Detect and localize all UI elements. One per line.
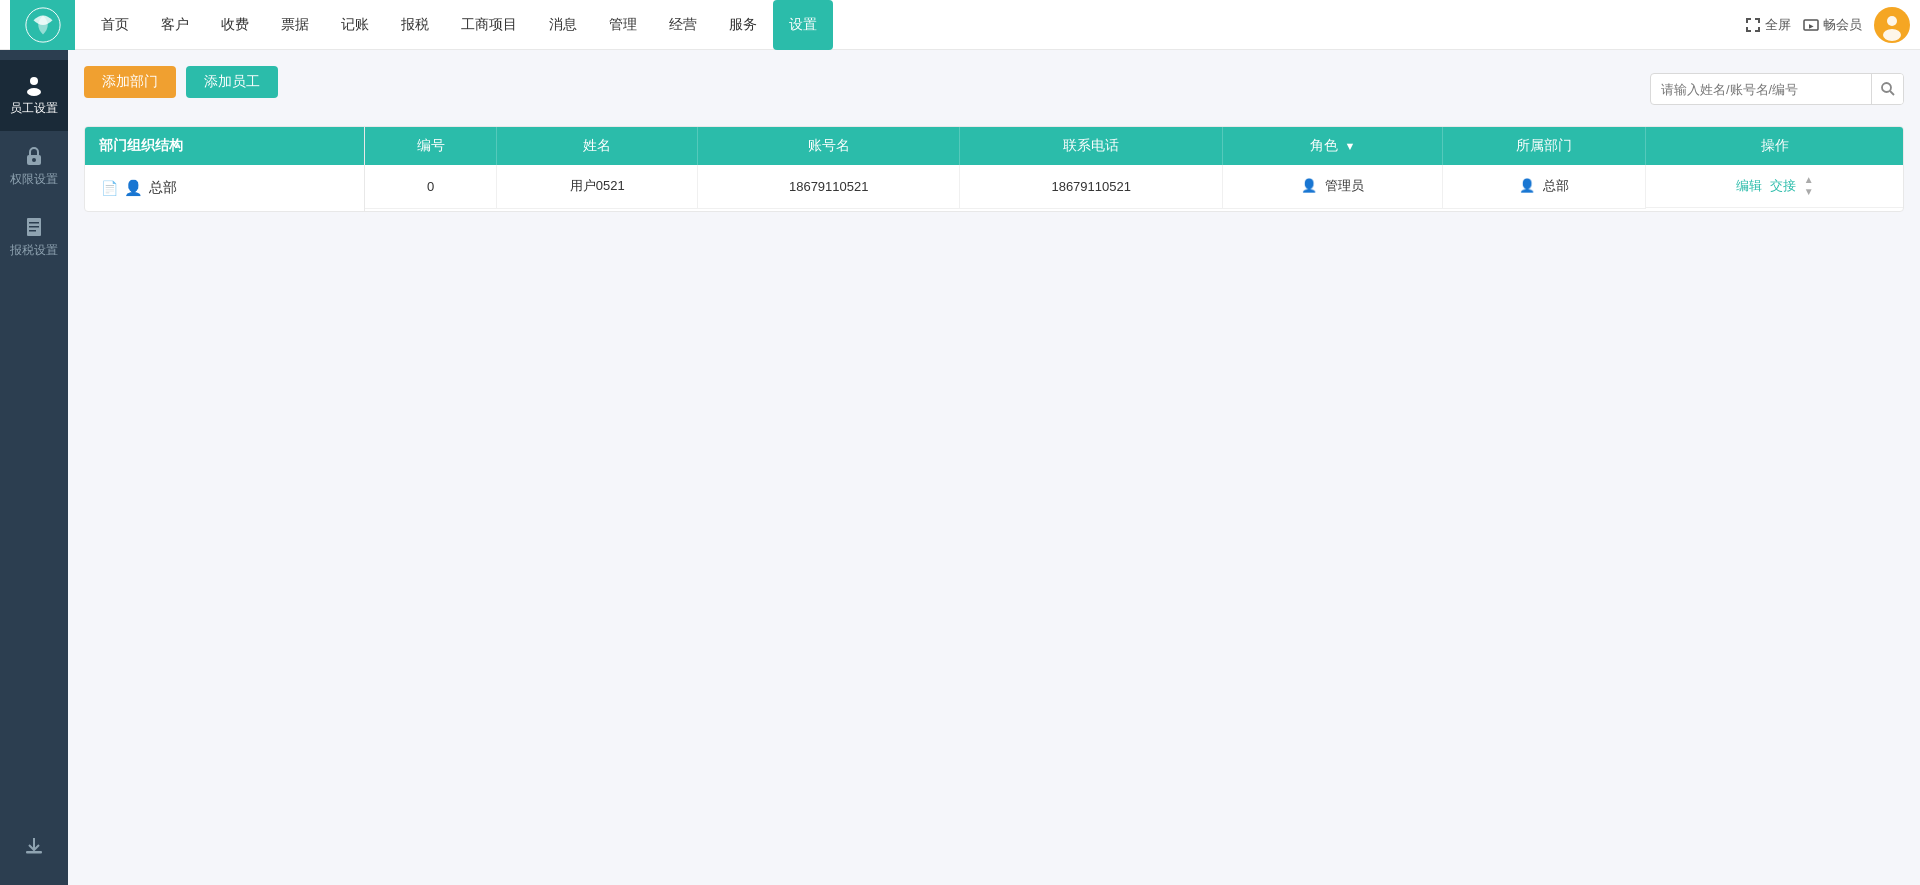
sidebar-item-permissions[interactable]: 权限设置 (0, 131, 68, 202)
content-area: 添加部门 添加员工 部门组织结构 � (68, 50, 1920, 885)
search-icon (1880, 81, 1896, 97)
sidebar-item-permissions-label: 权限设置 (10, 171, 58, 188)
cell-phone: 18679110521 (960, 165, 1222, 208)
svg-point-15 (27, 88, 41, 96)
edit-link[interactable]: 编辑 (1736, 177, 1762, 195)
sidebar-item-taxsettings[interactable]: 报税设置 (0, 202, 68, 273)
nav-item-settings[interactable]: 设置 (773, 0, 833, 50)
avatar[interactable] (1874, 7, 1910, 43)
report-icon (23, 216, 45, 238)
cell-name: 用户0521 (497, 165, 698, 208)
app-logo (10, 0, 75, 50)
nav-item-operations[interactable]: 经营 (653, 0, 713, 50)
table-row: 0 用户0521 18679110521 18679110521 👤 管理员 👤… (365, 165, 1903, 208)
nav-item-customer[interactable]: 客户 (145, 0, 205, 50)
nav-item-fee[interactable]: 收费 (205, 0, 265, 50)
col-name: 姓名 (497, 127, 698, 165)
nav-item-manage[interactable]: 管理 (593, 0, 653, 50)
person-icon (23, 74, 45, 96)
fullscreen-button[interactable]: 全屏 (1745, 16, 1791, 34)
sidebar-item-employee[interactable]: 员工设置 (0, 60, 68, 131)
nav-item-message[interactable]: 消息 (533, 0, 593, 50)
col-dept: 所属部门 (1442, 127, 1645, 165)
cell-ops: 编辑 交接 ▲ ▼ (1646, 165, 1903, 208)
table-header-row: 编号 姓名 账号名 联系电话 角色 ▼ 所属部门 操作 (365, 127, 1903, 165)
tree-panel: 部门组织结构 📄 👤 总部 (85, 127, 365, 211)
col-ops: 操作 (1646, 127, 1903, 165)
nav-item-accounting[interactable]: 记账 (325, 0, 385, 50)
search-input[interactable] (1651, 82, 1871, 97)
nav-item-service[interactable]: 服务 (713, 0, 773, 50)
tree-item-headquarters[interactable]: 📄 👤 总部 (93, 173, 356, 203)
col-account: 账号名 (697, 127, 959, 165)
cell-role-text: 管理员 (1325, 178, 1364, 193)
fullscreen-icon (1745, 17, 1761, 33)
search-button[interactable] (1871, 73, 1903, 105)
col-id: 编号 (365, 127, 497, 165)
lock-icon (23, 145, 45, 167)
tree-user-icon: 👤 (124, 179, 143, 197)
nav-item-home[interactable]: 首页 (85, 0, 145, 50)
sidebar: 员工设置 权限设置 报税设置 (0, 50, 68, 885)
search-bar (1650, 73, 1904, 105)
sidebar-item-employee-label: 员工设置 (10, 100, 58, 117)
svg-rect-2 (1746, 18, 1748, 23)
scroll-down-icon[interactable]: ▼ (1804, 187, 1814, 197)
sidebar-item-taxsettings-label: 报税设置 (10, 242, 58, 259)
svg-point-17 (32, 158, 36, 162)
cell-account: 18679110521 (697, 165, 959, 208)
vip-button[interactable]: ▶ 畅会员 (1803, 16, 1862, 34)
sidebar-bottom (19, 821, 49, 885)
action-buttons: 添加部门 添加员工 (84, 66, 278, 98)
add-employee-button[interactable]: 添加员工 (186, 66, 278, 98)
cell-dept-text: 总部 (1543, 178, 1569, 193)
download-icon (23, 835, 45, 857)
sidebar-item-download[interactable] (19, 821, 49, 871)
table-container: 部门组织结构 📄 👤 总部 编号 姓名 账号名 (84, 126, 1904, 212)
svg-rect-21 (29, 230, 36, 232)
role-user-icon: 👤 (1301, 178, 1317, 193)
vip-icon: ▶ (1803, 17, 1819, 33)
nav-items: 首页 客户 收费 票据 记账 报税 工商项目 消息 管理 经营 服务 设置 (85, 0, 1745, 50)
avatar-icon (1876, 9, 1908, 41)
tree-header: 部门组织结构 (85, 127, 364, 165)
svg-rect-6 (1746, 27, 1748, 32)
scroll-up-icon[interactable]: ▲ (1804, 175, 1814, 185)
svg-point-23 (1882, 83, 1891, 92)
svg-text:▶: ▶ (1809, 23, 1814, 29)
tree-item-label: 总部 (149, 179, 177, 197)
nav-right: 全屏 ▶ 畅会员 (1745, 7, 1910, 43)
filter-icon: ▼ (1344, 140, 1355, 152)
svg-rect-8 (1758, 27, 1760, 32)
col-phone: 联系电话 (960, 127, 1222, 165)
top-navigation: 首页 客户 收费 票据 记账 报税 工商项目 消息 管理 经营 服务 设置 全屏… (0, 0, 1920, 50)
cell-role: 👤 管理员 (1222, 165, 1442, 208)
nav-item-bill[interactable]: 票据 (265, 0, 325, 50)
vip-label: 畅会员 (1823, 16, 1862, 34)
row-scroll-widget[interactable]: ▲ ▼ (1804, 175, 1814, 197)
nav-item-tax[interactable]: 报税 (385, 0, 445, 50)
main-layout: 员工设置 权限设置 报税设置 (0, 50, 1920, 885)
cell-dept: 👤 总部 (1442, 165, 1645, 208)
top-bar: 添加部门 添加员工 (84, 66, 1904, 112)
svg-line-24 (1890, 91, 1894, 95)
handover-link[interactable]: 交接 (1770, 177, 1796, 195)
cell-id: 0 (365, 165, 497, 208)
svg-point-14 (30, 77, 38, 85)
dept-user-icon: 👤 (1519, 178, 1535, 193)
nav-item-business[interactable]: 工商项目 (445, 0, 533, 50)
svg-rect-4 (1758, 18, 1760, 23)
fullscreen-label: 全屏 (1765, 16, 1791, 34)
svg-rect-19 (29, 222, 39, 224)
logo-icon (24, 6, 62, 44)
svg-point-12 (1887, 16, 1897, 26)
add-dept-button[interactable]: 添加部门 (84, 66, 176, 98)
right-panel: 编号 姓名 账号名 联系电话 角色 ▼ 所属部门 操作 (365, 127, 1903, 211)
svg-point-13 (1883, 29, 1901, 41)
svg-rect-20 (29, 226, 39, 228)
file-icon: 📄 (101, 180, 118, 196)
tree-body: 📄 👤 总部 (85, 165, 364, 211)
col-role: 角色 ▼ (1222, 127, 1442, 165)
employee-table: 编号 姓名 账号名 联系电话 角色 ▼ 所属部门 操作 (365, 127, 1903, 209)
